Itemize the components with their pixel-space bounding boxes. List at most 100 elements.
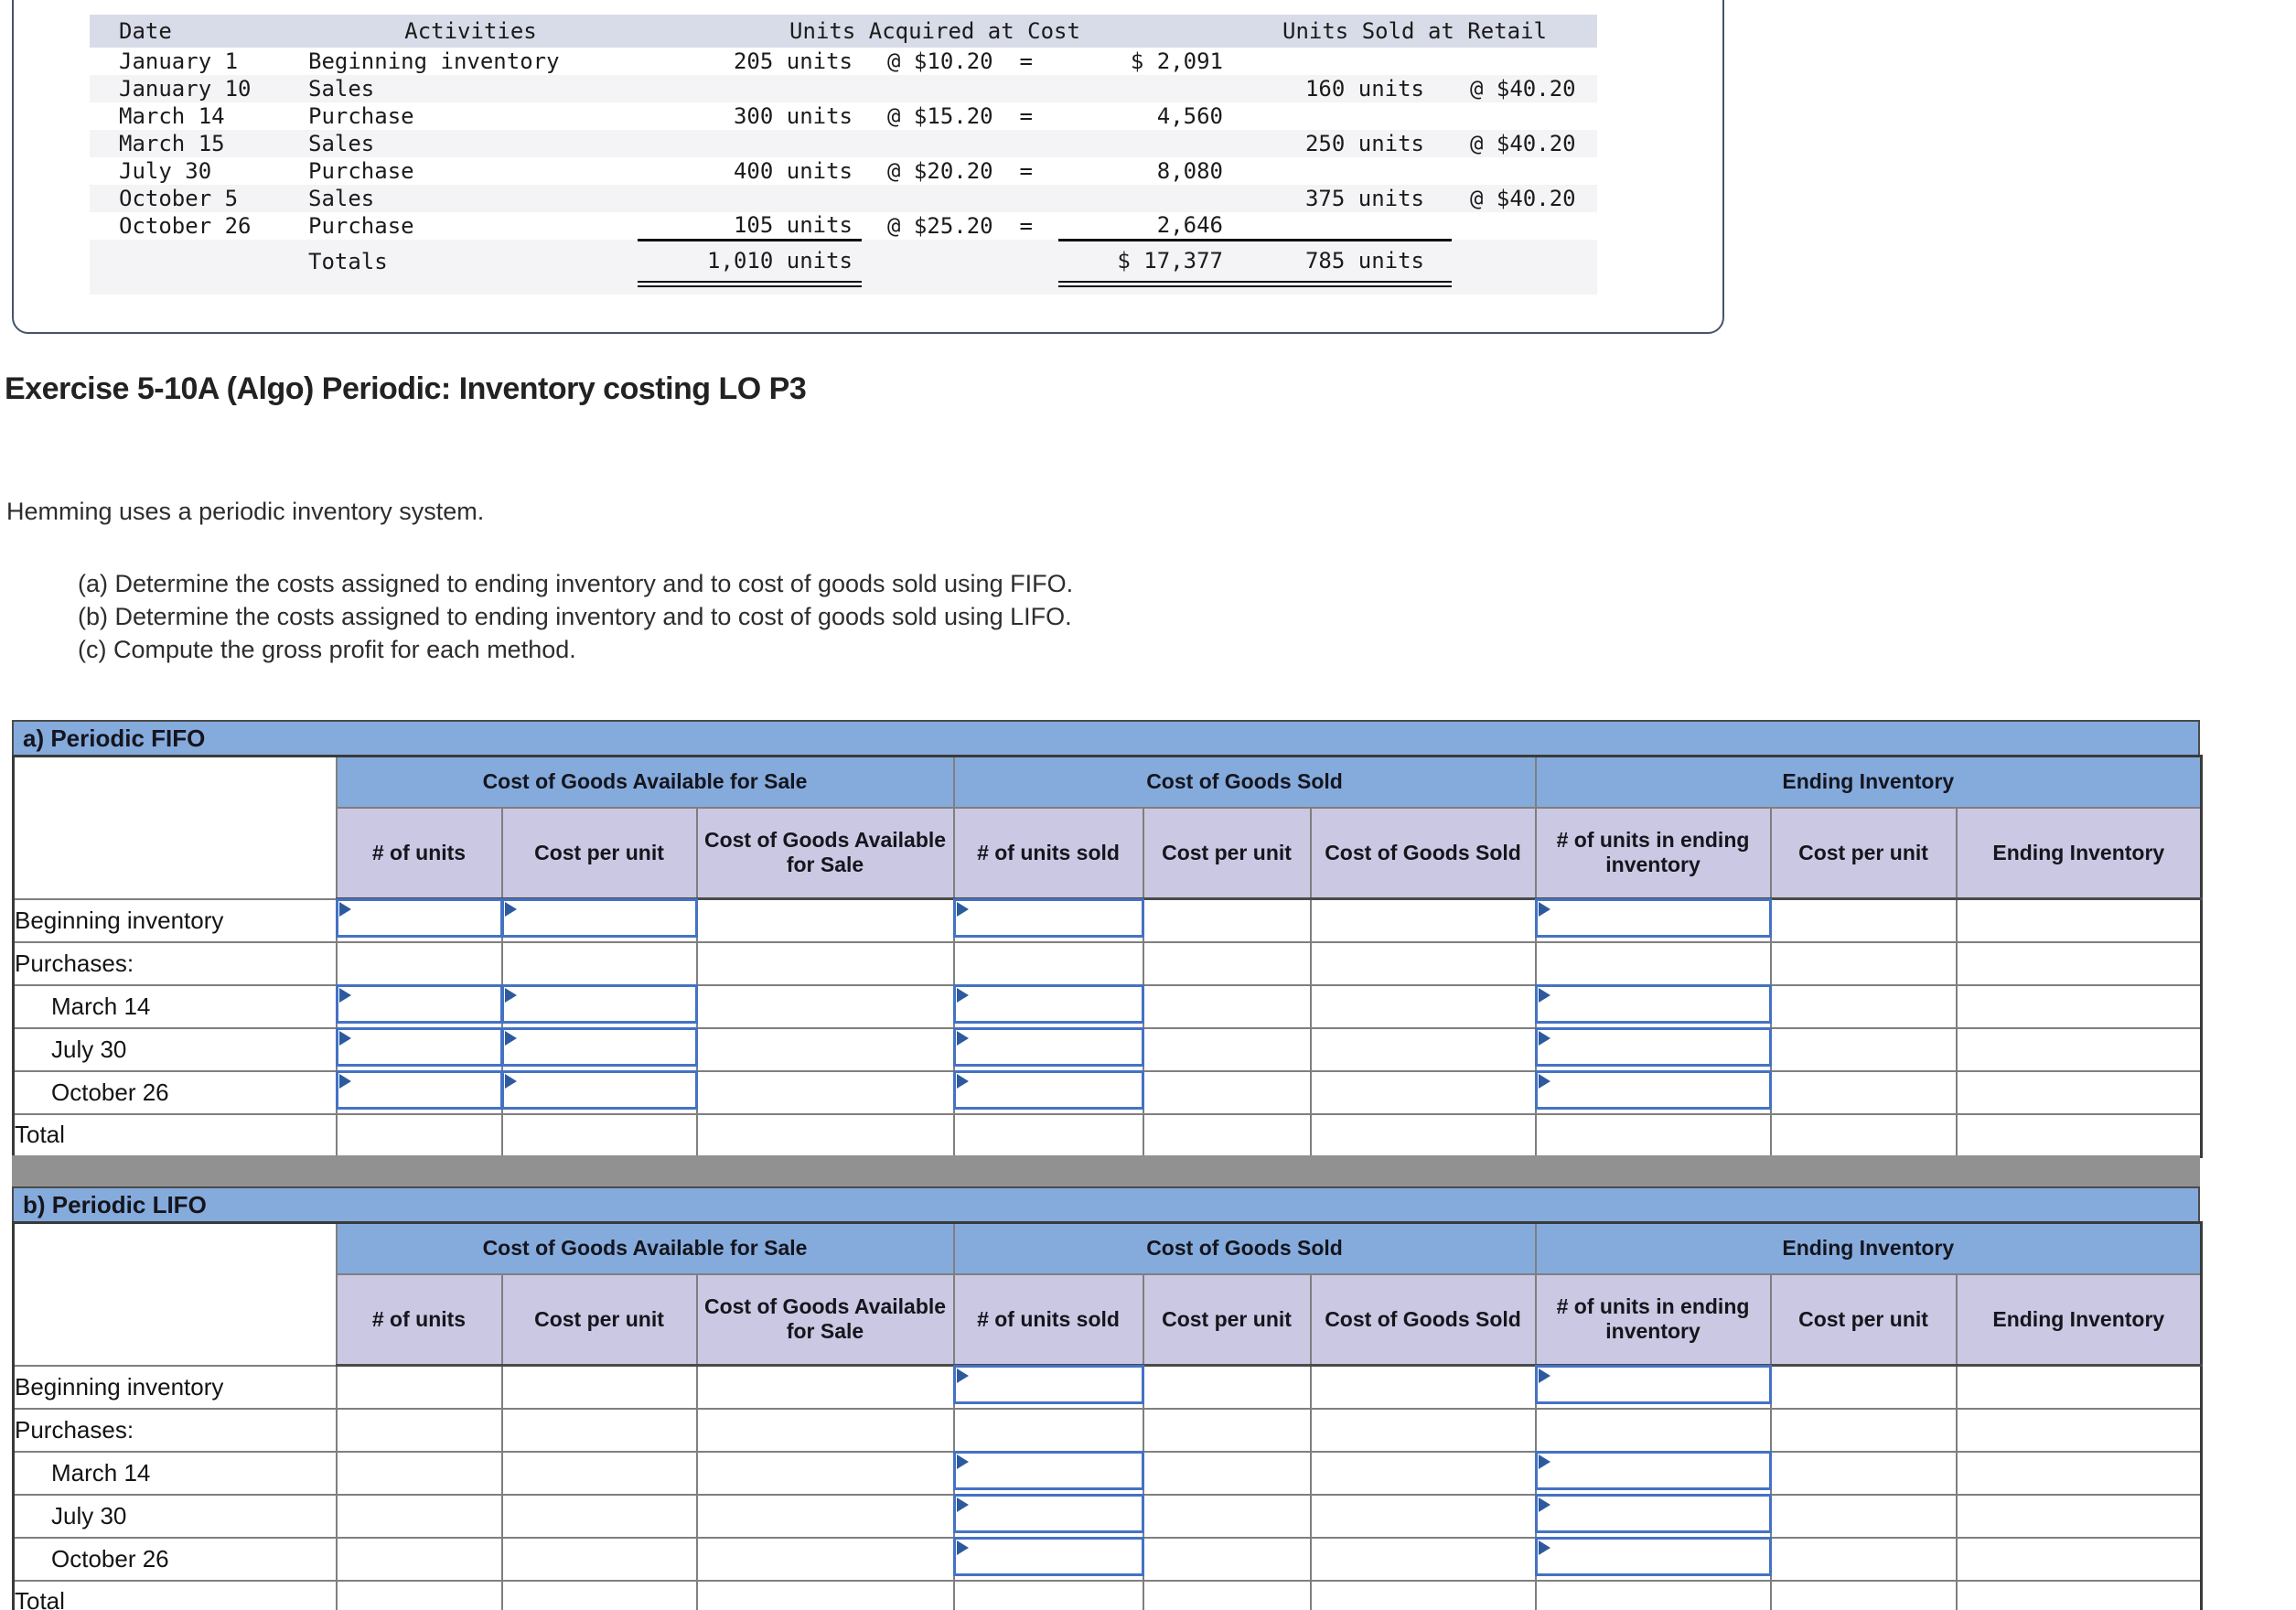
filler <box>1232 284 1452 295</box>
inventory-units-acquired: 300 units <box>733 103 853 129</box>
worksheet-cell <box>695 1026 955 1072</box>
col-header: # of units in ending inventory <box>1534 1272 1772 1367</box>
input-cell[interactable] <box>500 1026 698 1067</box>
worksheet-cell <box>1769 1026 1958 1072</box>
worksheet-cell <box>1955 1450 2203 1496</box>
worksheet-cell <box>335 983 503 1029</box>
input-cell[interactable] <box>335 1069 503 1110</box>
inventory-units-acquired <box>638 185 862 212</box>
worksheet-cell <box>500 1112 698 1158</box>
input-cell[interactable] <box>335 983 503 1024</box>
total-highlight-cell <box>1955 1579 2203 1610</box>
input-cell[interactable] <box>1534 1493 1772 1533</box>
row-label: Beginning inventory <box>12 897 338 943</box>
worksheet-cell <box>1309 1026 1537 1072</box>
inventory-unit-cost: @ $10.20 = <box>887 48 1033 74</box>
worksheet-row: Purchases: <box>12 940 2203 986</box>
worksheet-cell <box>695 983 955 1029</box>
input-cell[interactable] <box>952 1365 1144 1404</box>
input-cell[interactable] <box>952 1026 1144 1067</box>
worksheet-cell <box>1142 1579 1312 1610</box>
worksheet-cell <box>500 1493 698 1539</box>
worksheet-table: Cost of Goods Available for Sale Cost of … <box>12 1221 2204 1610</box>
worksheet-row: October 26 <box>12 1536 2203 1582</box>
input-cell[interactable] <box>1534 983 1772 1024</box>
worksheet-cell <box>952 1112 1144 1158</box>
col-header: # of units in ending inventory <box>1534 806 1772 900</box>
inventory-table: Date Activities Units Acquired at Cost Unit… <box>90 15 1597 295</box>
input-cell[interactable] <box>335 1026 503 1067</box>
input-cell[interactable] <box>500 1069 698 1110</box>
worksheet-cell <box>335 1450 503 1496</box>
worksheet-cell <box>952 1026 1144 1072</box>
input-cell[interactable] <box>500 898 698 938</box>
input-cell[interactable] <box>1534 1026 1772 1067</box>
inventory-date: January 1 <box>119 48 239 74</box>
filler <box>862 284 1058 295</box>
worksheet-cell <box>952 940 1144 986</box>
instruction-a: (a) Determine the costs assigned to endi… <box>78 570 1074 597</box>
worksheet-cell <box>335 1493 503 1539</box>
input-cell[interactable] <box>952 1493 1144 1533</box>
worksheet-cell <box>695 940 955 986</box>
worksheet-cell <box>1769 1579 1958 1610</box>
worksheet-cell <box>1534 940 1772 986</box>
inventory-units-sold <box>1232 212 1452 242</box>
inventory-date: March 15 <box>90 130 304 157</box>
worksheet-cell <box>335 940 503 986</box>
inventory-row: October 5 Sales 375 units @ $40.20 <box>90 185 1597 212</box>
worksheet-table: Cost of Goods Available for Sale Cost of … <box>12 755 2204 1158</box>
row-label: Purchases: <box>12 940 338 986</box>
input-cell[interactable] <box>952 1069 1144 1110</box>
worksheet-section-header: a) Periodic FIFO <box>12 720 2200 755</box>
worksheet-cell <box>500 1364 698 1410</box>
inventory-retail-price: @ $40.20 <box>1452 185 1597 212</box>
inventory-row: March 14 Purchase 300 units @ $15.20 = 4,560 <box>90 102 1597 130</box>
worksheet-cell <box>695 1112 955 1158</box>
worksheet-cell <box>1955 1364 2203 1410</box>
worksheet-cell <box>500 1536 698 1582</box>
worksheet-cell <box>1142 1364 1312 1410</box>
input-cell[interactable] <box>952 1536 1144 1576</box>
col-header: Cost per unit <box>500 1272 698 1367</box>
inventory-cost-amount <box>1058 185 1232 212</box>
inventory-unit-cost: @ $15.20 = <box>887 103 1033 129</box>
inventory-cost-amount: 8,080 <box>1156 158 1223 184</box>
instruction-c: (c) Compute the gross profit for each me… <box>78 636 576 663</box>
col-group-header: Cost of Goods Available for Sale <box>335 1221 955 1275</box>
input-cell[interactable] <box>952 983 1144 1024</box>
input-cell[interactable] <box>952 898 1144 938</box>
exercise-title: Exercise 5-10A (Algo) Periodic: Inventor… <box>5 371 807 406</box>
col-header: Cost per unit <box>1142 1272 1312 1367</box>
worksheet-cell <box>335 1026 503 1072</box>
inventory-row: October 26 Purchase 105 units @ $25.20 = 2,6… <box>90 212 1597 242</box>
input-cell[interactable] <box>1534 1450 1772 1490</box>
inventory-date: July 30 <box>119 158 212 184</box>
worksheet-row: July 30 <box>12 1026 2203 1072</box>
input-cell[interactable] <box>952 1450 1144 1490</box>
input-cell[interactable] <box>1534 1069 1772 1110</box>
col-header: Cost of Goods Available for Sale <box>695 1272 955 1367</box>
worksheet-row: Purchases: <box>12 1407 2203 1453</box>
worksheet-cell <box>1142 983 1312 1029</box>
inventory-unit-cost <box>862 75 1058 102</box>
input-cell[interactable] <box>1534 1365 1772 1404</box>
inventory-unit-cost <box>862 130 1058 157</box>
worksheet-cell <box>1309 1493 1537 1539</box>
worksheet-section-header: b) Periodic LIFO <box>12 1186 2200 1221</box>
inventory-row: January 10 Sales 160 units @ $40.20 <box>90 75 1597 102</box>
row-label: October 26 <box>12 1069 338 1115</box>
input-cell[interactable] <box>1534 1536 1772 1576</box>
input-cell[interactable] <box>335 898 503 938</box>
worksheet-cell <box>335 1536 503 1582</box>
row-label: Purchases: <box>12 1407 338 1453</box>
worksheet-cell <box>1534 1364 1772 1410</box>
input-cell[interactable] <box>500 983 698 1024</box>
input-cell[interactable] <box>1534 898 1772 938</box>
worksheet-cell <box>1142 1493 1312 1539</box>
inventory-units-sold: 375 units <box>1232 185 1452 212</box>
page: Date Activities Units Acquired at Cost Unit… <box>0 0 2296 1610</box>
worksheet-cell <box>1142 1450 1312 1496</box>
worksheet-cell <box>1769 1450 1958 1496</box>
inventory-unit-cost <box>862 185 1058 212</box>
